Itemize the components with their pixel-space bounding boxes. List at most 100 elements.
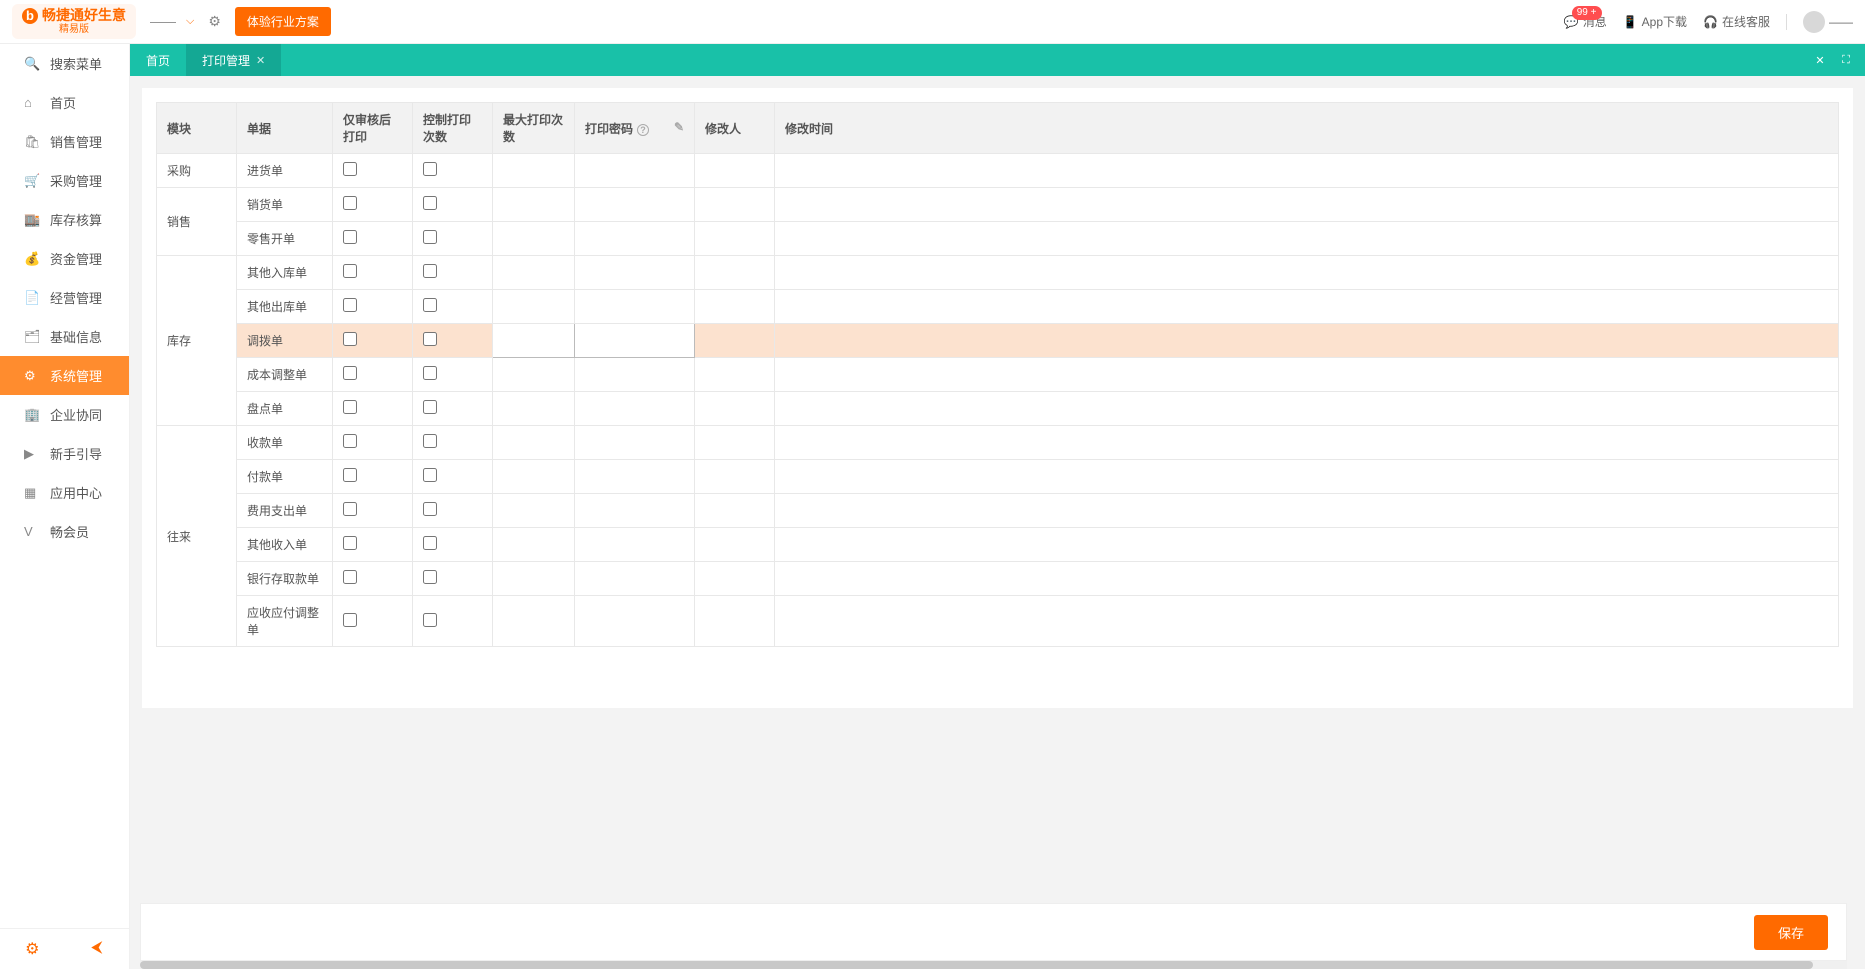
print-pwd-cell [575, 358, 695, 392]
limit-print-checkbox[interactable] [423, 264, 437, 278]
gear-icon[interactable]: ⚙ [208, 13, 221, 30]
header-left: b畅捷通好生意 精易版 —— ⌵ ⚙ 体验行业方案 [12, 4, 331, 39]
online-service-button[interactable]: 🎧 在线客服 [1703, 13, 1770, 30]
col-audit-print: 仅审核后打印 [333, 103, 413, 154]
sidebar-item-9[interactable]: 🏢企业协同 [0, 395, 129, 434]
sidebar-item-6[interactable]: 📄经营管理 [0, 278, 129, 317]
try-solution-button[interactable]: 体验行业方案 [235, 7, 331, 36]
table-header-row: 模块 单据 仅审核后打印 控制打印次数 最大打印次数 打印密码?✎ 修改人 修改… [157, 103, 1839, 154]
audit-print-checkbox[interactable] [343, 468, 357, 482]
sidebar-item-5[interactable]: 💰资金管理 [0, 239, 129, 278]
sidebar-item-7[interactable]: 🗂基础信息 [0, 317, 129, 356]
sidebar-item-label: 搜索菜单 [50, 54, 102, 73]
sidebar-item-12[interactable]: V畅会员 [0, 512, 129, 551]
sidebar-item-4[interactable]: 🏬库存核算 [0, 200, 129, 239]
audit-print-checkbox[interactable] [343, 332, 357, 346]
print-pwd-cell [575, 528, 695, 562]
sidebar-item-11[interactable]: ▦应用中心 [0, 473, 129, 512]
audit-print-checkbox[interactable] [343, 502, 357, 516]
modify-time-cell [775, 460, 1839, 494]
audit-print-cell [333, 290, 413, 324]
table-row: 银行存取款单 [157, 562, 1839, 596]
messages-button[interactable]: 💬 99 + 消息 [1564, 13, 1607, 30]
header-right: 💬 99 + 消息 📱 App下载 🎧 在线客服 —— [1564, 11, 1853, 33]
audit-print-checkbox[interactable] [343, 400, 357, 414]
limit-print-checkbox[interactable] [423, 298, 437, 312]
settings-icon[interactable]: ⚙ [0, 929, 65, 969]
limit-print-checkbox[interactable] [423, 434, 437, 448]
limit-print-checkbox[interactable] [423, 570, 437, 584]
audit-print-checkbox[interactable] [343, 434, 357, 448]
audit-print-checkbox[interactable] [343, 264, 357, 278]
scrollbar-thumb[interactable] [140, 961, 1813, 969]
limit-print-checkbox[interactable] [423, 230, 437, 244]
doc-cell: 应收应付调整单 [237, 596, 333, 647]
sidebar: 🔍 搜索菜单 ⌂首页🛍销售管理🛒采购管理🏬库存核算💰资金管理📄经营管理🗂基础信息⚙系… [0, 44, 130, 969]
modifier-cell [695, 188, 775, 222]
sidebar-item-icon: 🏢 [24, 407, 40, 423]
tab-home[interactable]: 首页 [130, 44, 186, 76]
logo-text: 畅捷通好生意 [42, 7, 126, 23]
max-print-cell[interactable] [493, 324, 575, 358]
max-print-cell [493, 528, 575, 562]
audit-print-checkbox[interactable] [343, 536, 357, 550]
close-icon[interactable]: ✕ [256, 54, 265, 67]
audit-print-cell [333, 460, 413, 494]
table-row: 盘点单 [157, 392, 1839, 426]
limit-print-checkbox[interactable] [423, 196, 437, 210]
save-button[interactable]: 保存 [1754, 915, 1828, 950]
modifier-cell [695, 562, 775, 596]
audit-print-checkbox[interactable] [343, 613, 357, 627]
audit-print-checkbox[interactable] [343, 298, 357, 312]
tabs-bar: 首页 打印管理 ✕ ✕ ⛶ [130, 44, 1865, 76]
doc-cell: 其他入库单 [237, 256, 333, 290]
print-pwd-cell [575, 154, 695, 188]
edit-column-icon[interactable]: ✎ [674, 120, 684, 134]
max-print-cell [493, 494, 575, 528]
sidebar-item-icon: 🔍 [24, 56, 40, 72]
content-area: 模块 单据 仅审核后打印 控制打印次数 最大打印次数 打印密码?✎ 修改人 修改… [130, 76, 1865, 969]
app-download-button[interactable]: 📱 App下载 [1623, 13, 1687, 30]
sidebar-item-1[interactable]: ⌂首页 [0, 83, 129, 122]
close-all-icon[interactable]: ✕ [1811, 51, 1829, 69]
audit-print-checkbox[interactable] [343, 366, 357, 380]
limit-print-checkbox[interactable] [423, 468, 437, 482]
audit-print-checkbox[interactable] [343, 230, 357, 244]
tenant-switcher[interactable]: —— ⌵ [150, 14, 194, 29]
print-pwd-cell [575, 596, 695, 647]
modifier-cell [695, 324, 775, 358]
sidebar-item-3[interactable]: 🛒采购管理 [0, 161, 129, 200]
sidebar-item-0[interactable]: 🔍 搜索菜单 [0, 44, 129, 83]
limit-print-checkbox[interactable] [423, 536, 437, 550]
horizontal-scrollbar[interactable] [140, 961, 1847, 969]
modify-time-cell [775, 358, 1839, 392]
tab-print-manage[interactable]: 打印管理 ✕ [186, 44, 281, 76]
print-pwd-cell [575, 188, 695, 222]
sidebar-item-8[interactable]: ⚙系统管理 [0, 356, 129, 395]
max-print-cell [493, 596, 575, 647]
audit-print-cell [333, 426, 413, 460]
sidebar-item-2[interactable]: 🛍销售管理 [0, 122, 129, 161]
help-icon[interactable]: ? [637, 124, 649, 136]
limit-print-checkbox[interactable] [423, 162, 437, 176]
print-pwd-cell[interactable] [575, 324, 695, 358]
collapse-icon[interactable]: ⮜ [65, 929, 130, 969]
audit-print-checkbox[interactable] [343, 570, 357, 584]
fullscreen-icon[interactable]: ⛶ [1837, 51, 1855, 69]
print-pwd-cell [575, 222, 695, 256]
audit-print-checkbox[interactable] [343, 196, 357, 210]
limit-print-cell [413, 528, 493, 562]
max-print-cell [493, 222, 575, 256]
limit-print-checkbox[interactable] [423, 332, 437, 346]
limit-print-checkbox[interactable] [423, 613, 437, 627]
table-row: 采购进货单 [157, 154, 1839, 188]
sidebar-item-10[interactable]: ▶新手引导 [0, 434, 129, 473]
user-menu[interactable]: —— [1803, 11, 1853, 33]
limit-print-checkbox[interactable] [423, 502, 437, 516]
limit-print-checkbox[interactable] [423, 400, 437, 414]
audit-print-checkbox[interactable] [343, 162, 357, 176]
limit-print-cell [413, 154, 493, 188]
limit-print-checkbox[interactable] [423, 366, 437, 380]
sidebar-item-icon: 🗂 [24, 329, 40, 345]
sidebar-item-label: 新手引导 [50, 444, 102, 463]
